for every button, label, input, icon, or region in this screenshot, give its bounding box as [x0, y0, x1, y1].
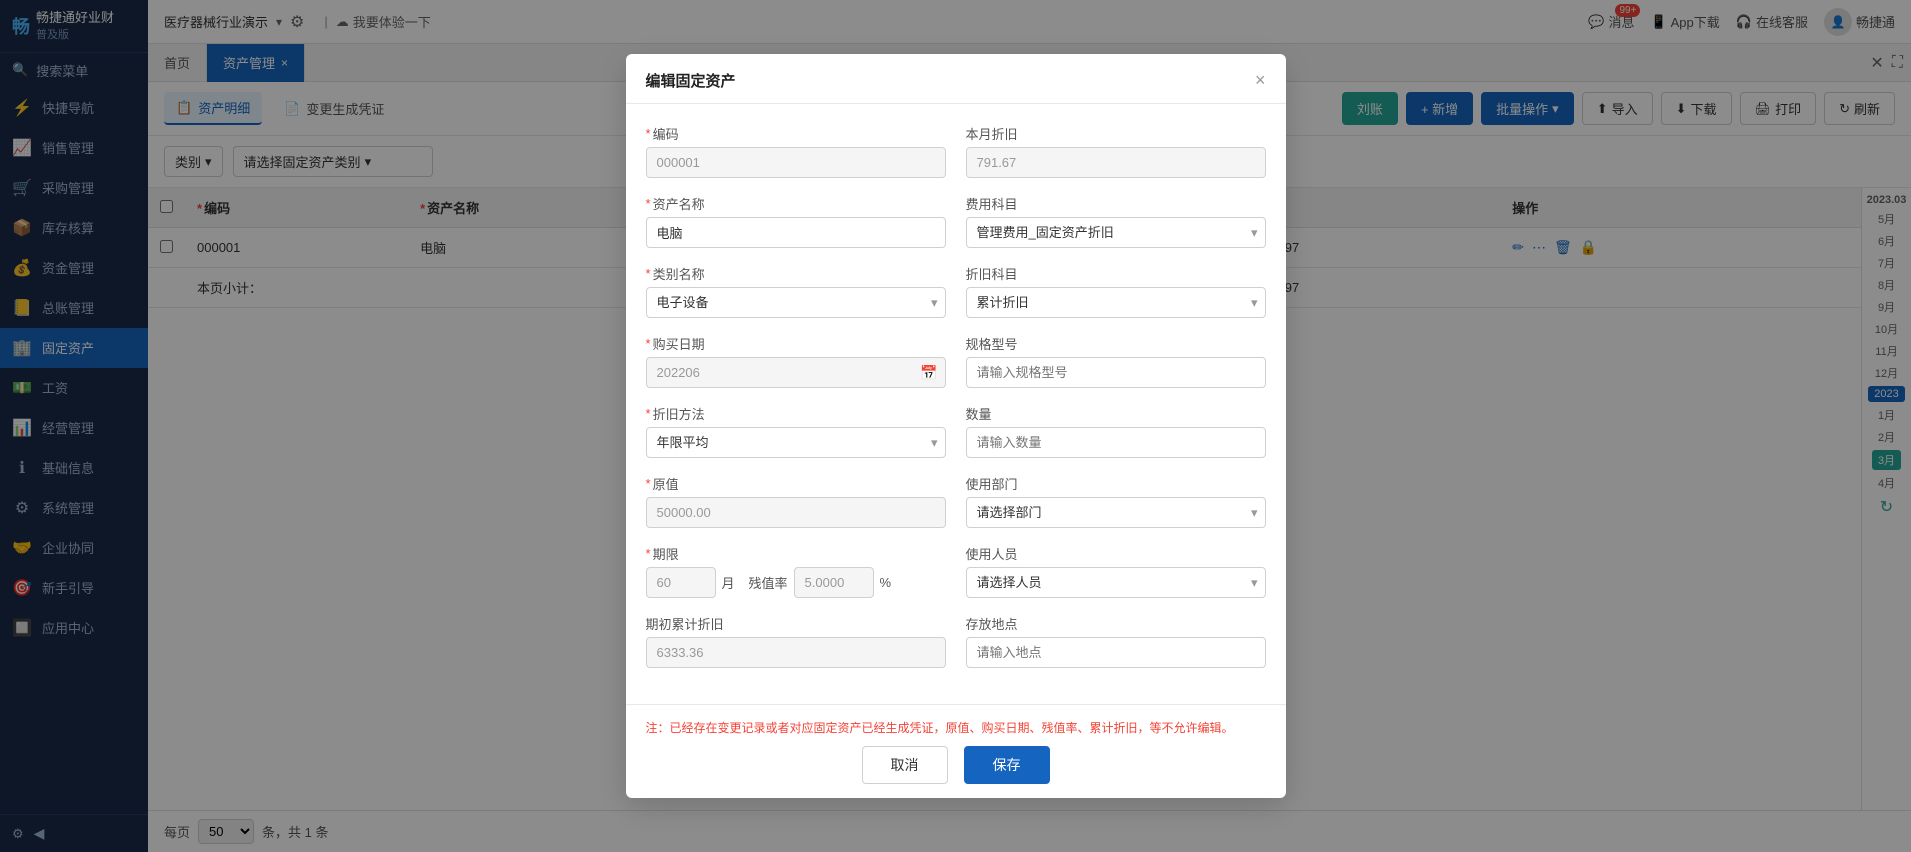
- period-unit: 月: [722, 573, 735, 592]
- expense-account-label: 费用科目: [966, 194, 1266, 213]
- person-select[interactable]: 请选择人员: [966, 567, 1266, 598]
- department-label: 使用部门: [966, 474, 1266, 493]
- model-label: 规格型号: [966, 334, 1266, 353]
- category-label: * 类别名称: [646, 264, 946, 283]
- modal-actions: 取消 保存: [646, 746, 1266, 784]
- quantity-input[interactable]: [966, 427, 1266, 458]
- initial-dep-label: 期初累计折旧: [646, 614, 946, 633]
- residual-rate-unit: %: [880, 575, 892, 590]
- modal-header: 编辑固定资产 ×: [626, 54, 1286, 104]
- dep-account-select-wrapper: 累计折旧 ▾: [966, 287, 1266, 318]
- field-quantity: 数量: [966, 404, 1266, 458]
- period-input[interactable]: [646, 567, 716, 598]
- modal-footer: 注：已经存在变更记录或者对应固定资产已经生成凭证，原值、购买日期、残值率、累计折…: [626, 704, 1286, 798]
- department-select[interactable]: 请选择部门: [966, 497, 1266, 528]
- modal-row-5: * 折旧方法 年限平均 ▾ 数量: [646, 404, 1266, 458]
- modal-row-7: * 期限 月 残值率 % 使用人员: [646, 544, 1266, 598]
- field-category: * 类别名称 电子设备 ▾: [646, 264, 946, 318]
- field-purchase-date: * 购买日期 📅: [646, 334, 946, 388]
- purchase-date-input[interactable]: [646, 357, 946, 388]
- department-select-wrapper: 请选择部门 ▾: [966, 497, 1266, 528]
- model-input[interactable]: [966, 357, 1266, 388]
- field-period: * 期限 月 残值率 %: [646, 544, 946, 598]
- quantity-label: 数量: [966, 404, 1266, 423]
- location-label: 存放地点: [966, 614, 1266, 633]
- modal-row-1: * 编码 本月折旧: [646, 124, 1266, 178]
- edit-fixed-asset-modal: 编辑固定资产 × * 编码 本月折旧: [626, 54, 1286, 798]
- period-row: 月 残值率 %: [646, 567, 946, 598]
- person-label: 使用人员: [966, 544, 1266, 563]
- dep-method-select-wrapper: 年限平均 ▾: [646, 427, 946, 458]
- cancel-button[interactable]: 取消: [862, 746, 948, 784]
- expense-account-select-wrapper: 管理费用_固定资产折旧 ▾: [966, 217, 1266, 248]
- modal-title: 编辑固定资产: [646, 70, 736, 91]
- field-original-value: * 原值: [646, 474, 946, 528]
- modal-row-4: * 购买日期 📅 规格型号: [646, 334, 1266, 388]
- calendar-icon[interactable]: 📅: [920, 364, 937, 381]
- field-expense-account: 费用科目 管理费用_固定资产折旧 ▾: [966, 194, 1266, 248]
- asset-name-label: * 资产名称: [646, 194, 946, 213]
- dep-method-label: * 折旧方法: [646, 404, 946, 423]
- field-dep-account: 折旧科目 累计折旧 ▾: [966, 264, 1266, 318]
- period-label: * 期限: [646, 544, 946, 563]
- modal-row-2: * 资产名称 费用科目 管理费用_固定资产折旧 ▾: [646, 194, 1266, 248]
- monthly-dep-input[interactable]: [966, 147, 1266, 178]
- modal-body: * 编码 本月折旧 * 资产名称: [626, 104, 1286, 704]
- original-value-input[interactable]: [646, 497, 946, 528]
- category-select-wrapper: 电子设备 ▾: [646, 287, 946, 318]
- modal-close-button[interactable]: ×: [1255, 70, 1266, 91]
- field-location: 存放地点: [966, 614, 1266, 668]
- save-button[interactable]: 保存: [964, 746, 1050, 784]
- dep-method-select[interactable]: 年限平均: [646, 427, 946, 458]
- modal-row-8: 期初累计折旧 存放地点: [646, 614, 1266, 668]
- original-value-label: * 原值: [646, 474, 946, 493]
- person-select-wrapper: 请选择人员 ▾: [966, 567, 1266, 598]
- residual-rate-input[interactable]: [794, 567, 874, 598]
- modal-row-3: * 类别名称 电子设备 ▾ 折旧科目: [646, 264, 1266, 318]
- field-person: 使用人员 请选择人员 ▾: [966, 544, 1266, 598]
- field-monthly-dep: 本月折旧: [966, 124, 1266, 178]
- code-label: * 编码: [646, 124, 946, 143]
- initial-dep-input[interactable]: [646, 637, 946, 668]
- residual-rate-label: 残值率: [749, 573, 788, 592]
- location-input[interactable]: [966, 637, 1266, 668]
- field-dep-method: * 折旧方法 年限平均 ▾: [646, 404, 946, 458]
- dep-account-label: 折旧科目: [966, 264, 1266, 283]
- category-select[interactable]: 电子设备: [646, 287, 946, 318]
- field-department: 使用部门 请选择部门 ▾: [966, 474, 1266, 528]
- monthly-dep-label: 本月折旧: [966, 124, 1266, 143]
- expense-account-select[interactable]: 管理费用_固定资产折旧: [966, 217, 1266, 248]
- modal-row-6: * 原值 使用部门 请选择部门 ▾: [646, 474, 1266, 528]
- code-input[interactable]: [646, 147, 946, 178]
- purchase-date-label: * 购买日期: [646, 334, 946, 353]
- purchase-date-wrapper: 📅: [646, 357, 946, 388]
- field-asset-name: * 资产名称: [646, 194, 946, 248]
- field-initial-dep: 期初累计折旧: [646, 614, 946, 668]
- modal-note: 注：已经存在变更记录或者对应固定资产已经生成凭证，原值、购买日期、残值率、累计折…: [646, 719, 1266, 736]
- modal-overlay[interactable]: 编辑固定资产 × * 编码 本月折旧: [0, 0, 1911, 852]
- asset-name-input[interactable]: [646, 217, 946, 248]
- field-code: * 编码: [646, 124, 946, 178]
- dep-account-select[interactable]: 累计折旧: [966, 287, 1266, 318]
- field-model: 规格型号: [966, 334, 1266, 388]
